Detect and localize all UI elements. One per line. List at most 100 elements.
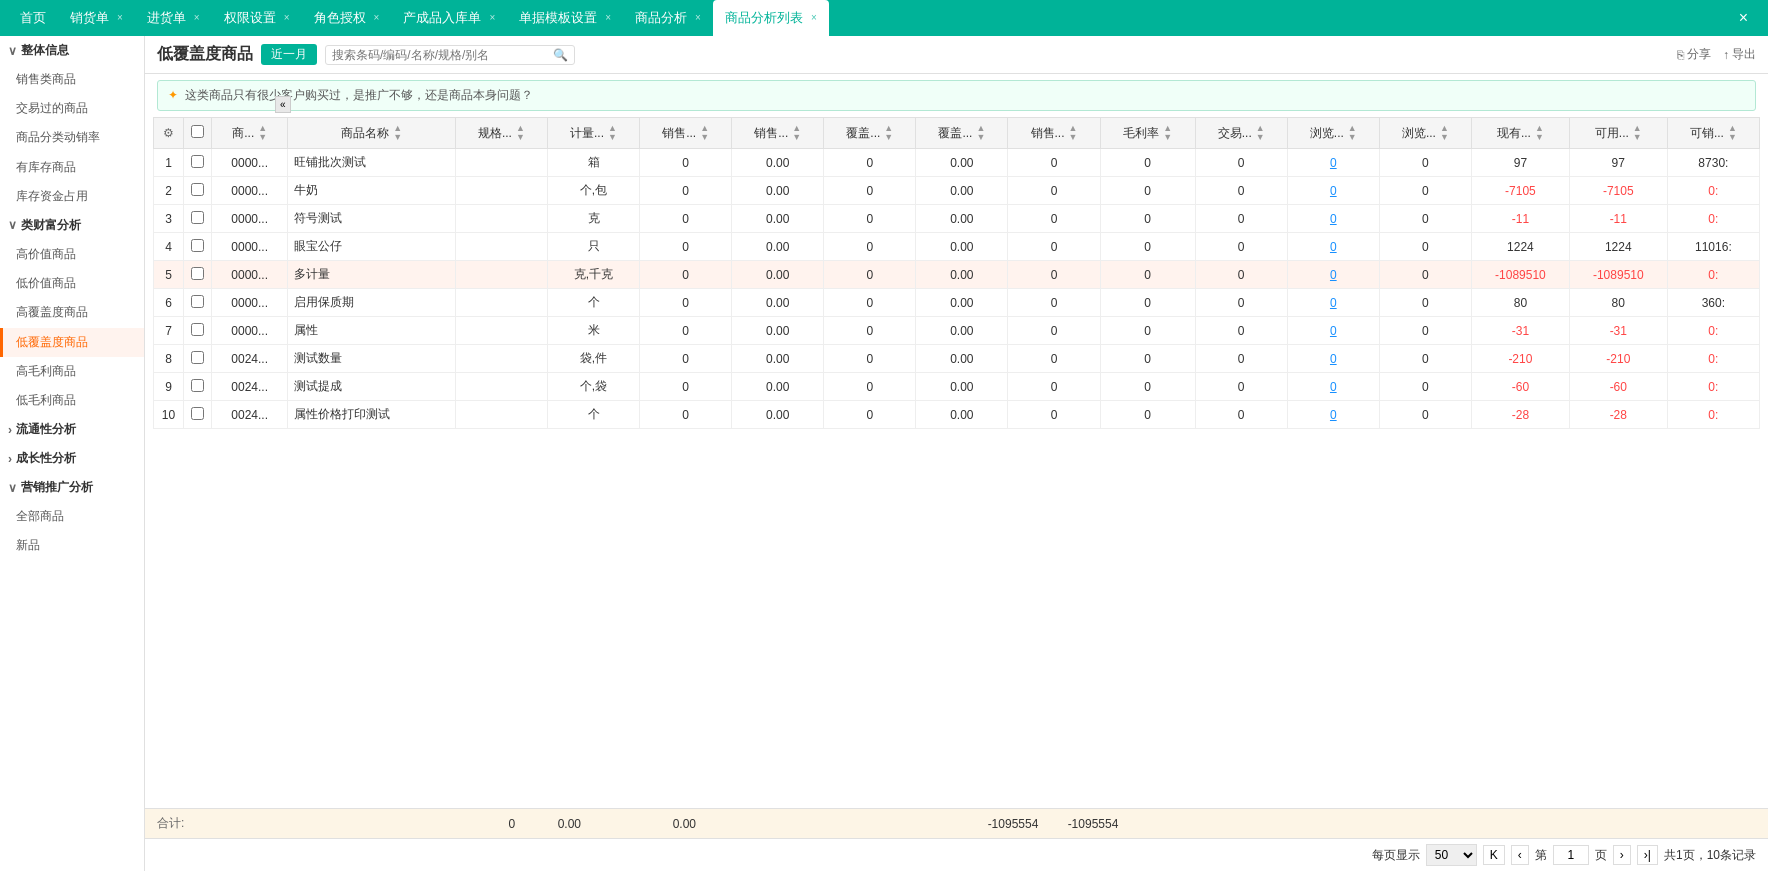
window-close-button[interactable]: × bbox=[1727, 9, 1760, 27]
row-select-checkbox[interactable] bbox=[191, 323, 204, 336]
nav-close-icon[interactable]: × bbox=[194, 0, 200, 36]
col-unit-header[interactable]: 计量...▲▼ bbox=[547, 118, 639, 149]
sidebar-item-high-coverage[interactable]: 高覆盖度商品 bbox=[0, 298, 144, 327]
nav-close-icon[interactable]: × bbox=[811, 0, 817, 36]
sidebar-item-capital-usage[interactable]: 库存资金占用 bbox=[0, 182, 144, 211]
sidebar-item-stocked-goods[interactable]: 有库存商品 bbox=[0, 153, 144, 182]
row-checkbox[interactable] bbox=[184, 401, 212, 429]
row-checkbox[interactable] bbox=[184, 373, 212, 401]
row-browse1[interactable]: 0 bbox=[1287, 149, 1379, 177]
browse-link[interactable]: 0 bbox=[1330, 324, 1337, 338]
row-browse1[interactable]: 0 bbox=[1287, 373, 1379, 401]
row-select-checkbox[interactable] bbox=[191, 295, 204, 308]
row-select-checkbox[interactable] bbox=[191, 183, 204, 196]
row-browse1[interactable]: 0 bbox=[1287, 345, 1379, 373]
row-select-checkbox[interactable] bbox=[191, 239, 204, 252]
next-page-button[interactable]: › bbox=[1613, 845, 1631, 865]
select-all-checkbox[interactable] bbox=[191, 125, 204, 138]
sidebar-item-category-rate[interactable]: 商品分类动销率 bbox=[0, 123, 144, 152]
sidebar-item-high-value[interactable]: 高价值商品 bbox=[0, 240, 144, 269]
row-browse1[interactable]: 0 bbox=[1287, 401, 1379, 429]
browse-link[interactable]: 0 bbox=[1330, 156, 1337, 170]
nav-close-icon[interactable]: × bbox=[117, 0, 123, 36]
sidebar-section-growth[interactable]: › 成长性分析 bbox=[0, 444, 144, 473]
row-select-checkbox[interactable] bbox=[191, 351, 204, 364]
export-button[interactable]: ↑ 导出 bbox=[1723, 46, 1756, 63]
sidebar-item-low-margin[interactable]: 低毛利商品 bbox=[0, 386, 144, 415]
browse-link[interactable]: 0 bbox=[1330, 352, 1337, 366]
col-sales3-header[interactable]: 销售...▲▼ bbox=[1008, 118, 1100, 149]
sidebar-section-marketing[interactable]: ∨ 营销推广分析 bbox=[0, 473, 144, 502]
row-checkbox[interactable] bbox=[184, 149, 212, 177]
nav-home[interactable]: 首页 bbox=[8, 0, 58, 36]
row-select-checkbox[interactable] bbox=[191, 267, 204, 280]
col-sales1-header[interactable]: 销售...▲▼ bbox=[640, 118, 732, 149]
row-checkbox[interactable] bbox=[184, 345, 212, 373]
settings-icon[interactable]: ⚙ bbox=[163, 126, 174, 140]
row-select-checkbox[interactable] bbox=[191, 211, 204, 224]
nav-close-icon[interactable]: × bbox=[605, 0, 611, 36]
sidebar-item-new-goods[interactable]: 新品 bbox=[0, 531, 144, 560]
col-stock3-header[interactable]: 可销...▲▼ bbox=[1667, 118, 1759, 149]
nav-close-icon[interactable]: × bbox=[695, 0, 701, 36]
nav-template-settings[interactable]: 单据模板设置 × bbox=[507, 0, 623, 36]
row-checkbox[interactable] bbox=[184, 177, 212, 205]
row-browse1[interactable]: 0 bbox=[1287, 317, 1379, 345]
nav-product-analysis-list[interactable]: 商品分析列表 × bbox=[713, 0, 829, 36]
row-checkbox[interactable] bbox=[184, 317, 212, 345]
search-input[interactable] bbox=[332, 48, 549, 62]
nav-close-icon[interactable]: × bbox=[284, 0, 290, 36]
nav-purchase-order[interactable]: 进货单 × bbox=[135, 0, 212, 36]
col-stock1-header[interactable]: 现有...▲▼ bbox=[1471, 118, 1569, 149]
browse-link[interactable]: 0 bbox=[1330, 380, 1337, 394]
sidebar-section-wealth[interactable]: ∨ 类财富分析 bbox=[0, 211, 144, 240]
col-trade-header[interactable]: 交易...▲▼ bbox=[1195, 118, 1287, 149]
row-checkbox[interactable] bbox=[184, 205, 212, 233]
row-browse1[interactable]: 0 bbox=[1287, 261, 1379, 289]
row-browse1[interactable]: 0 bbox=[1287, 177, 1379, 205]
search-icon[interactable]: 🔍 bbox=[553, 48, 568, 62]
col-settings[interactable]: ⚙ bbox=[154, 118, 184, 149]
last-page-button[interactable]: ›| bbox=[1637, 845, 1658, 865]
nav-close-icon[interactable]: × bbox=[489, 0, 495, 36]
share-button[interactable]: ⎘ 分享 bbox=[1677, 46, 1711, 63]
sidebar-collapse-button[interactable]: « bbox=[275, 96, 291, 113]
col-browse2-header[interactable]: 浏览...▲▼ bbox=[1379, 118, 1471, 149]
sidebar-item-traded-goods[interactable]: 交易过的商品 bbox=[0, 94, 144, 123]
sidebar-section-circulation[interactable]: › 流通性分析 bbox=[0, 415, 144, 444]
col-cover2-header[interactable]: 覆盖...▲▼ bbox=[916, 118, 1008, 149]
filter-period-button[interactable]: 近一月 bbox=[261, 44, 317, 65]
row-select-checkbox[interactable] bbox=[191, 407, 204, 420]
browse-link[interactable]: 0 bbox=[1330, 408, 1337, 422]
col-code-header[interactable]: 商...▲▼ bbox=[212, 118, 288, 149]
browse-link[interactable]: 0 bbox=[1330, 296, 1337, 310]
sidebar-section-overall[interactable]: ∨ 整体信息 bbox=[0, 36, 144, 65]
browse-link[interactable]: 0 bbox=[1330, 268, 1337, 282]
sidebar-item-high-margin[interactable]: 高毛利商品 bbox=[0, 357, 144, 386]
nav-permissions[interactable]: 权限设置 × bbox=[212, 0, 302, 36]
row-select-checkbox[interactable] bbox=[191, 379, 204, 392]
col-cover1-header[interactable]: 覆盖...▲▼ bbox=[824, 118, 916, 149]
browse-link[interactable]: 0 bbox=[1330, 184, 1337, 198]
page-number-input[interactable] bbox=[1553, 845, 1589, 865]
col-sales2-header[interactable]: 销售...▲▼ bbox=[732, 118, 824, 149]
nav-sales-order[interactable]: 销货单 × bbox=[58, 0, 135, 36]
page-size-select[interactable]: 50 100 200 bbox=[1426, 844, 1477, 866]
row-browse1[interactable]: 0 bbox=[1287, 205, 1379, 233]
col-browse1-header[interactable]: 浏览...▲▼ bbox=[1287, 118, 1379, 149]
row-checkbox[interactable] bbox=[184, 261, 212, 289]
sidebar-item-low-coverage[interactable]: 低覆盖度商品 bbox=[0, 328, 144, 357]
col-checkbox-header[interactable] bbox=[184, 118, 212, 149]
col-spec-header[interactable]: 规格...▲▼ bbox=[455, 118, 547, 149]
table-container[interactable]: ⚙ 商...▲▼ 商品名称▲▼ 规格...▲▼ bbox=[145, 117, 1768, 808]
row-browse1[interactable]: 0 bbox=[1287, 289, 1379, 317]
row-checkbox[interactable] bbox=[184, 289, 212, 317]
nav-role-auth[interactable]: 角色授权 × bbox=[302, 0, 392, 36]
nav-product-inbound[interactable]: 产成品入库单 × bbox=[391, 0, 507, 36]
row-checkbox[interactable] bbox=[184, 233, 212, 261]
row-browse1[interactable]: 0 bbox=[1287, 233, 1379, 261]
browse-link[interactable]: 0 bbox=[1330, 240, 1337, 254]
col-stock2-header[interactable]: 可用...▲▼ bbox=[1569, 118, 1667, 149]
browse-link[interactable]: 0 bbox=[1330, 212, 1337, 226]
prev-page-button[interactable]: ‹ bbox=[1511, 845, 1529, 865]
